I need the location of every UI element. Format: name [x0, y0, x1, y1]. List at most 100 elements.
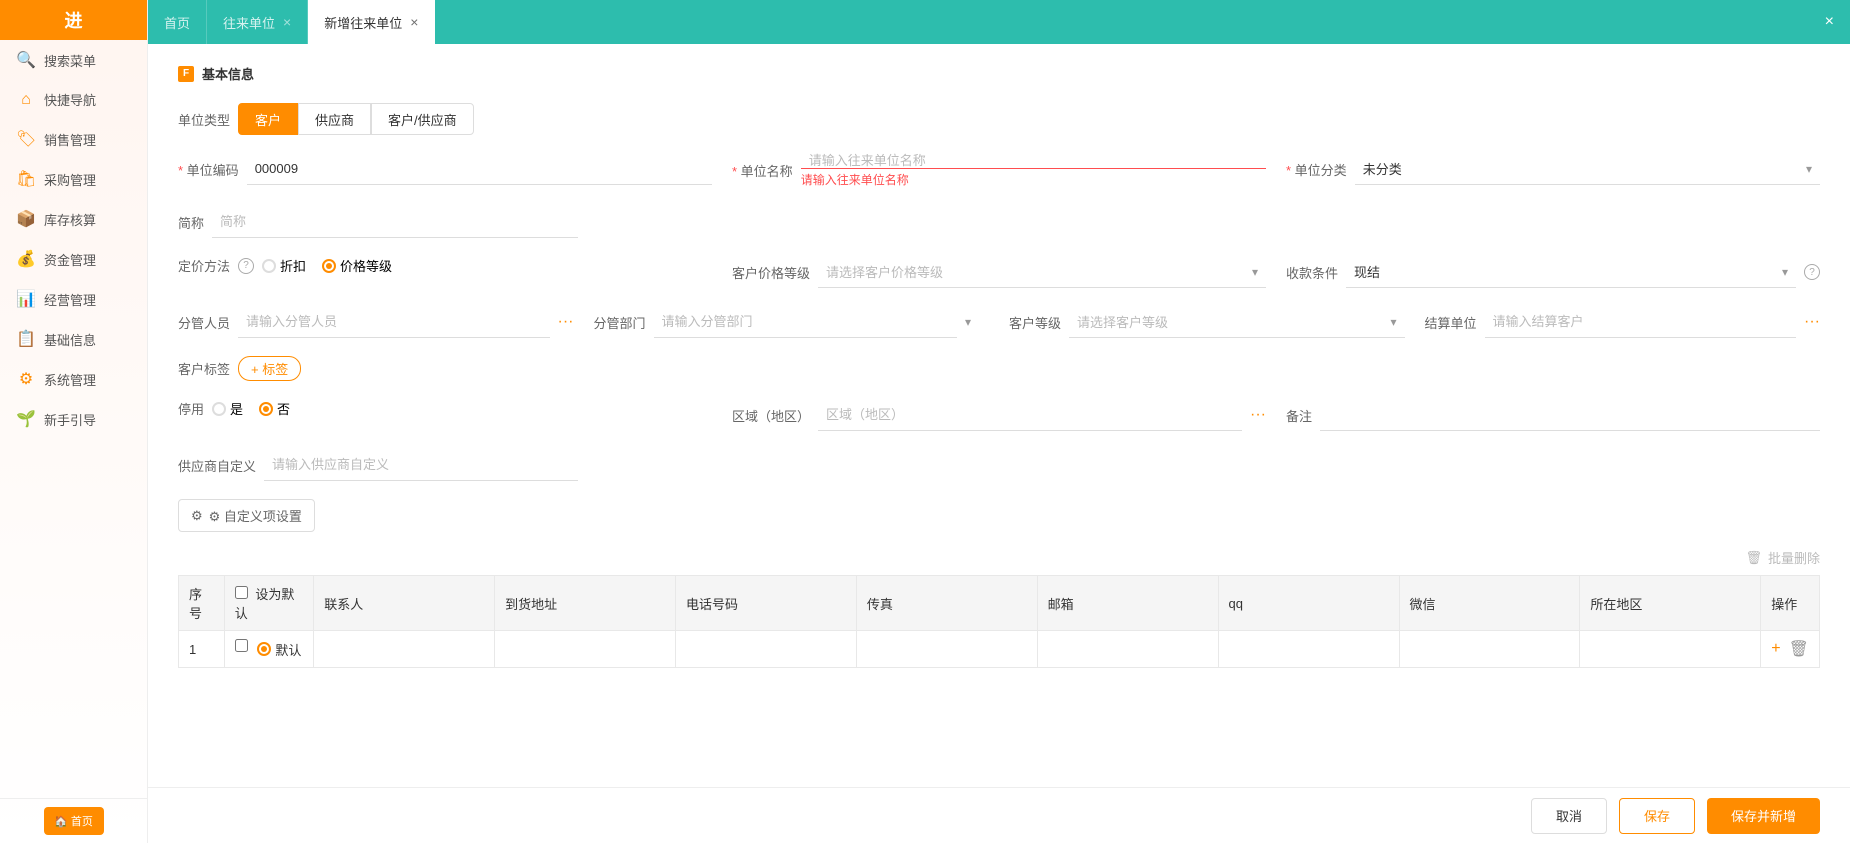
phone-input[interactable]	[686, 642, 846, 657]
disabled-radio-group: 是 否	[212, 399, 290, 418]
settlement-more-btn[interactable]: ···	[1804, 313, 1820, 331]
tab-partners[interactable]: 往来单位 ×	[207, 0, 308, 44]
save-and-new-button[interactable]: 保存并新增	[1707, 798, 1820, 834]
batch-delete-label[interactable]: 批量删除	[1768, 548, 1820, 567]
sidebar-item-label: 新手引导	[44, 410, 96, 429]
home-icon: ⌂	[16, 91, 36, 109]
region-input[interactable]	[818, 399, 1242, 431]
cell-address[interactable]	[495, 631, 676, 668]
sidebar-item-label: 搜索菜单	[44, 51, 96, 70]
remark-label: 备注	[1286, 406, 1312, 425]
default-radio-item[interactable]: 默认	[257, 640, 301, 659]
customize-settings-button[interactable]: ⚙ ⚙ 自定义项设置	[178, 499, 315, 532]
wechat-input[interactable]	[1410, 642, 1570, 657]
sidebar-item-operations[interactable]: 📊 经营管理	[0, 279, 147, 319]
manager-more-btn[interactable]: ···	[558, 313, 574, 331]
delete-row-button[interactable]: 🗑	[1789, 639, 1809, 659]
cell-contact[interactable]	[314, 631, 495, 668]
unit-code-label: 单位编码	[178, 160, 239, 179]
customer-price-level-select[interactable]: 请选择客户价格等级 ▾	[818, 256, 1266, 288]
sidebar-item-guide[interactable]: 🌱 新手引导	[0, 399, 147, 439]
pricing-level-option[interactable]: 价格等级	[322, 256, 392, 275]
tab-new-partner[interactable]: 新增往来单位 ×	[308, 0, 435, 44]
tab-home[interactable]: 首页	[148, 0, 207, 44]
select-all-checkbox[interactable]	[235, 586, 248, 599]
unit-type-customer-btn[interactable]: 客户	[238, 103, 298, 135]
region-more-btn[interactable]: ···	[1250, 406, 1266, 424]
col-email: 邮箱	[1037, 576, 1218, 631]
contacts-table: 序号 设为默认 联系人 到货地址 电话号码 传真 邮箱 qq 微信 所在地区 操…	[178, 575, 1820, 668]
tab-new-partner-close[interactable]: ×	[410, 14, 418, 30]
unit-name-error: 请输入往来单位名称	[801, 171, 1266, 188]
sidebar-item-search[interactable]: 🔍 搜索菜单	[0, 40, 147, 80]
dept-input[interactable]	[654, 306, 957, 338]
payment-help-icon[interactable]: ?	[1804, 264, 1820, 280]
region-table-input[interactable]	[1590, 642, 1750, 657]
unit-type-group: 客户 供应商 客户/供应商	[238, 103, 474, 135]
dept-select[interactable]: ▾	[965, 306, 989, 338]
email-input[interactable]	[1048, 642, 1208, 657]
gear-icon: ⚙	[16, 369, 36, 389]
sidebar-item-sales[interactable]: 🏷 销售管理	[0, 119, 147, 159]
qq-input[interactable]	[1229, 642, 1389, 657]
customer-price-level-placeholder: 请选择客户价格等级	[826, 262, 943, 281]
cell-fax[interactable]	[856, 631, 1037, 668]
payment-terms-select[interactable]: 现结 ▾	[1346, 256, 1796, 288]
save-button[interactable]: 保存	[1619, 798, 1695, 834]
sidebar-item-purchase[interactable]: 🛍 采购管理	[0, 159, 147, 199]
cell-email[interactable]	[1037, 631, 1218, 668]
add-row-button[interactable]: +	[1771, 640, 1780, 658]
unit-code-input[interactable]	[247, 153, 712, 185]
region-field: 区域（地区） ···	[732, 399, 1266, 431]
unit-name-input[interactable]	[801, 153, 1266, 169]
pricing-method-field: 定价方法 ? 折扣 价格等级	[178, 256, 712, 275]
sidebar-item-finance[interactable]: 💰 资金管理	[0, 239, 147, 279]
disabled-label: 停用	[178, 399, 204, 418]
add-tag-button[interactable]: + 标签	[238, 356, 301, 381]
sidebar-item-system[interactable]: ⚙ 系统管理	[0, 359, 147, 399]
unit-type-supplier-btn[interactable]: 供应商	[298, 103, 371, 135]
disabled-yes-option[interactable]: 是	[212, 399, 243, 418]
short-name-input[interactable]	[212, 206, 578, 238]
remark-input[interactable]	[1320, 399, 1820, 431]
sidebar-footer-btn[interactable]: 🏠 首页	[44, 807, 104, 835]
cell-phone[interactable]	[675, 631, 856, 668]
col-fax: 传真	[856, 576, 1037, 631]
dept-label: 分管部门	[594, 313, 646, 332]
row-checkbox[interactable]	[235, 639, 248, 652]
window-close-button[interactable]: ×	[1809, 0, 1850, 44]
contact-input[interactable]	[324, 642, 484, 657]
cancel-button[interactable]: 取消	[1531, 798, 1607, 834]
sidebar-item-label: 基础信息	[44, 330, 96, 349]
unit-type-both-btn[interactable]: 客户/供应商	[371, 103, 474, 135]
pricing-help-icon[interactable]: ?	[238, 258, 254, 274]
cell-region[interactable]	[1580, 631, 1761, 668]
address-input[interactable]	[505, 642, 665, 657]
tab-partners-close[interactable]: ×	[283, 14, 291, 30]
dept-field: 分管部门 ▾	[594, 306, 990, 338]
pricing-discount-option[interactable]: 折扣	[262, 256, 306, 275]
unit-category-label: 单位分类	[1286, 160, 1347, 179]
cell-wechat[interactable]	[1399, 631, 1580, 668]
section-title-icon: F	[178, 66, 194, 82]
fax-input[interactable]	[867, 642, 1027, 657]
unit-category-select[interactable]: 未分类 ▾	[1355, 153, 1820, 185]
cell-qq[interactable]	[1218, 631, 1399, 668]
settlement-unit-field: 结算单位 ···	[1425, 306, 1821, 338]
unit-type-field: 单位类型 客户 供应商 客户/供应商	[178, 103, 1820, 135]
sidebar-item-quicknav[interactable]: ⌂ 快捷导航	[0, 80, 147, 119]
sidebar-item-label: 采购管理	[44, 170, 96, 189]
sidebar-item-inventory[interactable]: 📦 库存核算	[0, 199, 147, 239]
disabled-no-radio	[259, 402, 273, 416]
settlement-unit-input[interactable]	[1485, 306, 1797, 338]
sidebar-item-label: 系统管理	[44, 370, 96, 389]
trash-icon: 🗑	[1745, 550, 1762, 566]
manager-input[interactable]	[238, 306, 550, 338]
chevron-down-icon: ▾	[965, 315, 971, 329]
supplier-custom-input[interactable]	[264, 449, 578, 481]
customer-level-select[interactable]: 请选择客户等级 ▾	[1069, 306, 1404, 338]
sidebar-item-basicinfo[interactable]: 📋 基础信息	[0, 319, 147, 359]
customer-level-field: 客户等级 请选择客户等级 ▾	[1009, 306, 1405, 338]
disabled-field: 停用 是 否	[178, 399, 712, 418]
disabled-no-option[interactable]: 否	[259, 399, 290, 418]
